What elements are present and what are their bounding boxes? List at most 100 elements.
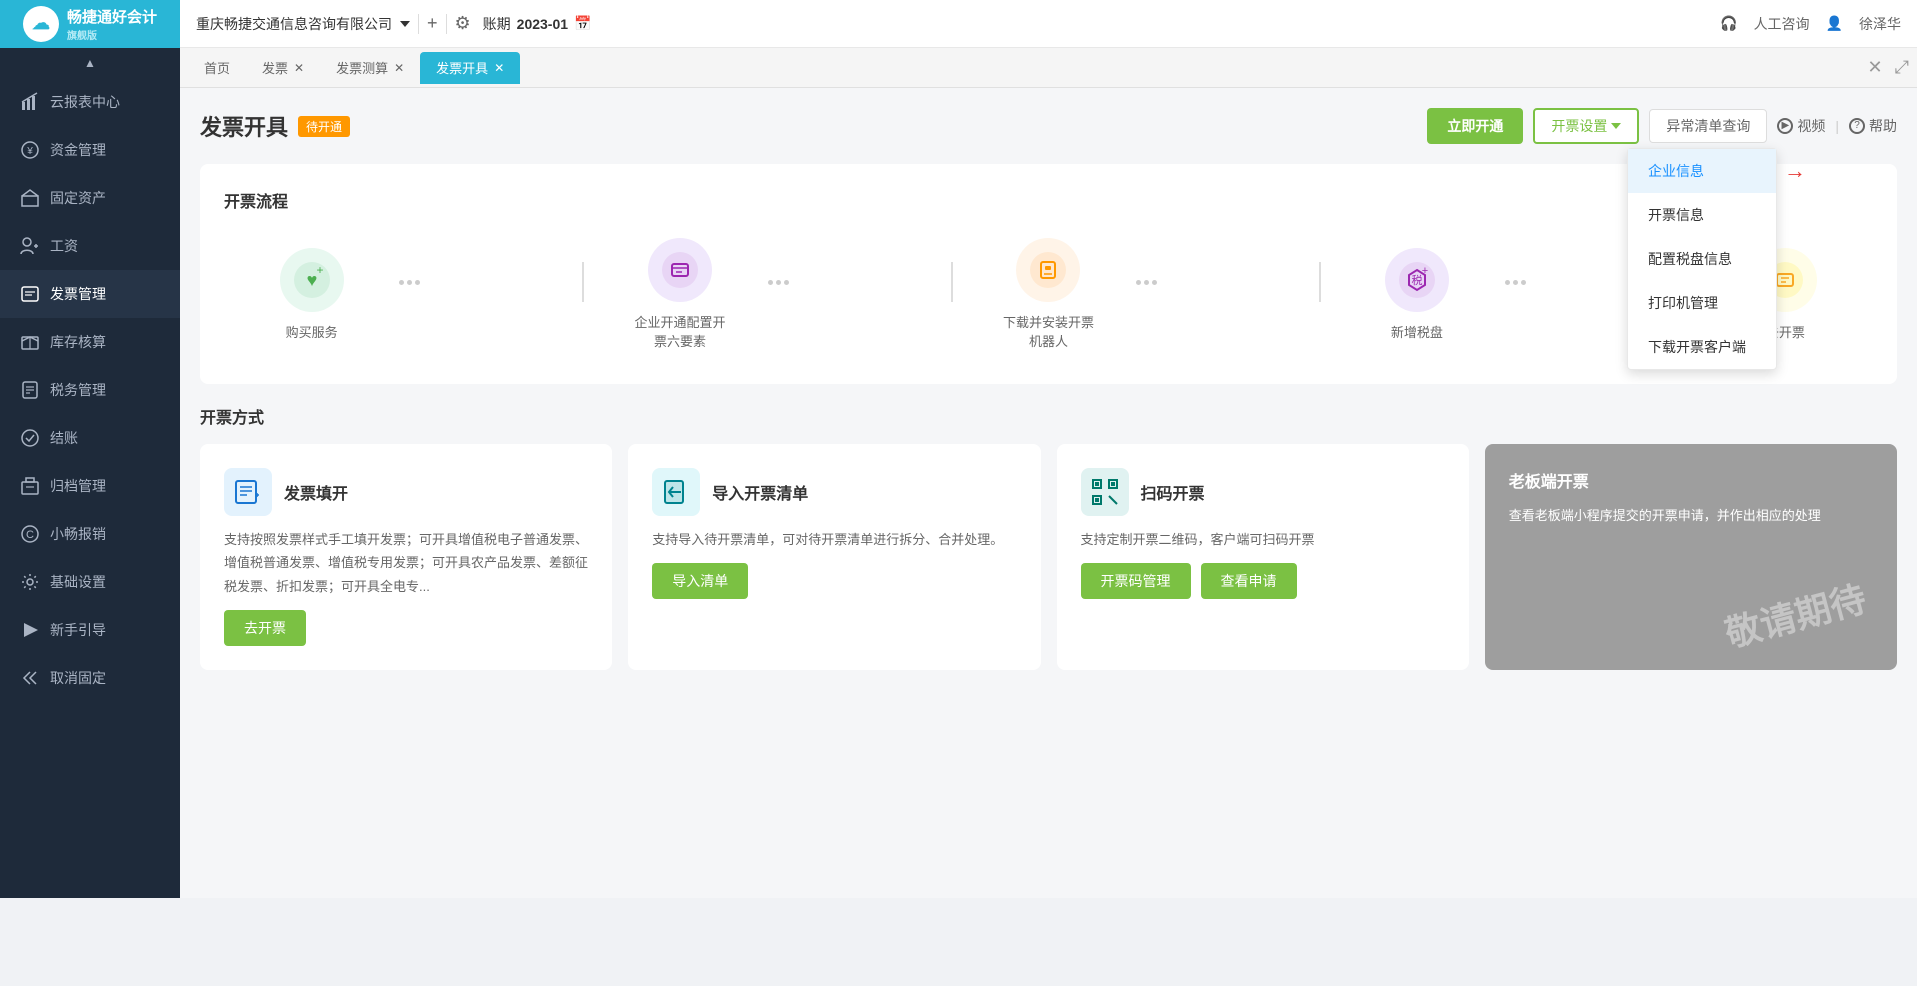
workflow-step-2: 企业开通配置开票六要素 <box>592 238 767 350</box>
method-import-title: 导入开票清单 <box>712 480 808 504</box>
dropdown-item-dayin[interactable]: 打印机管理 <box>1628 281 1776 325</box>
svg-text:¥: ¥ <box>26 146 33 157</box>
tabs-actions: ✕ ⤢ <box>1868 57 1910 78</box>
sidebar-item-jiezhang[interactable]: 结账 <box>0 414 180 462</box>
sidebar-label-xiaochang: 小畅报销 <box>50 524 106 544</box>
step4-icon: 税+ <box>1385 248 1449 312</box>
method-scan-header: 扫码开票 <box>1081 468 1445 516</box>
sidebar-label-zijin: 资金管理 <box>50 140 106 160</box>
activate-button[interactable]: 立即开通 <box>1427 108 1523 144</box>
tab-close-all[interactable]: ✕ <box>1868 57 1883 78</box>
sidebar-item-zijin[interactable]: ¥ 资金管理 <box>0 126 180 174</box>
dropdown-item-qiye[interactable]: 企业信息 → <box>1628 149 1776 193</box>
quxiao-icon <box>20 668 40 688</box>
svg-text:+: + <box>1422 265 1428 277</box>
sidebar-label-yunbao: 云报表中心 <box>50 92 120 112</box>
sidebar-label-quxiao: 取消固定 <box>50 668 106 688</box>
settings-dropdown: 企业信息 → 开票信息 配置税盘信息 打印机管理 下载开票客户端 <box>1627 148 1777 370</box>
add-company-button[interactable]: + <box>427 13 438 34</box>
xinshouyin-icon <box>20 620 40 640</box>
method-scan-icon <box>1081 468 1129 516</box>
separator: | <box>1835 118 1839 134</box>
user-name: 徐泽华 <box>1859 14 1901 34</box>
workflow-step-1: ♥+ 购买服务 <box>224 248 399 341</box>
sidebar-item-quxiao[interactable]: 取消固定 <box>0 654 180 702</box>
sidebar-item-shuiwu[interactable]: 税务管理 <box>0 366 180 414</box>
workflow-step-4: 税+ 新增税盘 <box>1329 248 1504 341</box>
support-label[interactable]: 人工咨询 <box>1754 14 1810 34</box>
sidebar-label-jichushezhi: 基础设置 <box>50 572 106 592</box>
sidebar-item-gongzi[interactable]: 工资 <box>0 222 180 270</box>
header-divider1 <box>418 14 419 34</box>
sidebar-item-xiaochang[interactable]: C 小畅报销 <box>0 510 180 558</box>
sidebar-item-fapiao[interactable]: 发票管理 <box>0 270 180 318</box>
sidebar-item-yunbao[interactable]: 云报表中心 <box>0 78 180 126</box>
sidebar-item-guidang[interactable]: 归档管理 <box>0 462 180 510</box>
tab-fapiao-close[interactable]: ✕ <box>294 61 304 75</box>
xiaochang-icon: C <box>20 524 40 544</box>
video-button[interactable]: ▶ 视频 <box>1777 116 1825 136</box>
company-name[interactable]: 重庆畅捷交通信息咨询有限公司 <box>196 14 410 34</box>
method-fill-title: 发票填开 <box>284 480 348 504</box>
method-scan-desc: 支持定制开票二维码，客户端可扫码开票 <box>1081 528 1445 551</box>
help-button[interactable]: ? 帮助 <box>1849 116 1897 136</box>
sidebar-item-gudingzichan[interactable]: 固定资产 <box>0 174 180 222</box>
logo-main: 畅捷通好会计 <box>67 6 157 27</box>
tab-fapiaokaju-close[interactable]: ✕ <box>494 61 504 75</box>
workflow-steps: ♥+ 购买服务 企业开通配置开票六要素 <box>224 228 1873 360</box>
app-logo: ☁ 畅捷通好会计 旗舰版 <box>0 0 180 48</box>
tab-fapiaocesuan-close[interactable]: ✕ <box>394 61 404 75</box>
sidebar-label-jiezhang: 结账 <box>50 428 78 448</box>
tab-fapiaocesuan[interactable]: 发票测算 ✕ <box>320 52 420 84</box>
method-fill-button[interactable]: 去开票 <box>224 610 306 646</box>
sidebar-item-xinshouyin[interactable]: 新手引导 <box>0 606 180 654</box>
logo-text: 畅捷通好会计 旗舰版 <box>67 6 157 42</box>
settings-icon[interactable]: ⚙ <box>455 13 471 34</box>
jiezhang-icon <box>20 428 40 448</box>
dropdown-item-peizhi[interactable]: 配置税盘信息 <box>1628 237 1776 281</box>
fapiao-icon <box>20 284 40 304</box>
step1-icon: ♥+ <box>280 248 344 312</box>
method-fill-desc: 支持按照发票样式手工填开发票；可开具增值税电子普通发票、增值税普通发票、增值税专… <box>224 528 588 598</box>
guidang-icon <box>20 476 40 496</box>
tab-home[interactable]: 首页 <box>188 52 246 84</box>
method-scan-apply-button[interactable]: 查看申请 <box>1201 563 1297 599</box>
support-icon: 🎧 <box>1720 15 1737 32</box>
method-card-fill: 发票填开 支持按照发票样式手工填开发票；可开具增值税电子普通发票、增值税普通发票… <box>200 444 612 670</box>
gongzi-icon <box>20 236 40 256</box>
method-import-button[interactable]: 导入清单 <box>652 563 748 599</box>
dropdown-item-xiazai[interactable]: 下载开票客户端 <box>1628 325 1776 369</box>
sidebar: ▲ 云报表中心 ¥ 资金管理 固定资产 工资 发票管理 库存核算 <box>0 48 180 898</box>
method-import-header: 导入开票清单 <box>652 468 1016 516</box>
period-section: 账期 2023-01 📅 <box>483 14 592 34</box>
tab-maximize[interactable]: ⤢ <box>1895 57 1909 78</box>
kucun-icon <box>20 332 40 352</box>
method-fill-icon <box>224 468 272 516</box>
tab-fapiaokaju[interactable]: 发票开具 ✕ <box>420 52 520 84</box>
step-divider-3 <box>1319 262 1321 302</box>
logo-icon: ☁ <box>23 6 59 42</box>
step-line-2 <box>768 280 943 285</box>
zijin-icon: ¥ <box>20 140 40 160</box>
method-scan-qrcode-button[interactable]: 开票码管理 <box>1081 563 1191 599</box>
settings-button[interactable]: 开票设置 <box>1533 108 1639 144</box>
sidebar-scroll-up[interactable]: ▲ <box>0 48 180 78</box>
sidebar-label-shuiwu: 税务管理 <box>50 380 106 400</box>
method-card-import: 导入开票清单 支持导入待开票清单，可对待开票清单进行拆分、合并处理。 导入清单 <box>628 444 1040 670</box>
dropdown-item-kaipiao[interactable]: 开票信息 <box>1628 193 1776 237</box>
abnormal-button[interactable]: 异常清单查询 <box>1649 109 1767 143</box>
method-import-desc: 支持导入待开票清单，可对待开票清单进行拆分、合并处理。 <box>652 528 1016 551</box>
tab-fapiao[interactable]: 发票 ✕ <box>246 52 320 84</box>
shuiwu-icon <box>20 380 40 400</box>
method-card-boss: 老板端开票 查看老板端小程序提交的开票申请，并作出相应的处理 敬请期待 <box>1485 444 1897 670</box>
method-boss-header: 老板端开票 <box>1509 468 1873 492</box>
calendar-icon[interactable]: 📅 <box>574 15 591 32</box>
header-divider2 <box>446 14 447 34</box>
sidebar-item-jichushezhi[interactable]: 基础设置 <box>0 558 180 606</box>
step-line-3 <box>1136 280 1311 285</box>
page-title: 发票开具 <box>200 110 288 142</box>
user-avatar: 👤 <box>1826 15 1843 32</box>
method-boss-desc: 查看老板端小程序提交的开票申请，并作出相应的处理 <box>1509 504 1873 527</box>
sidebar-item-kucun[interactable]: 库存核算 <box>0 318 180 366</box>
sidebar-label-xinshouyin: 新手引导 <box>50 620 106 640</box>
